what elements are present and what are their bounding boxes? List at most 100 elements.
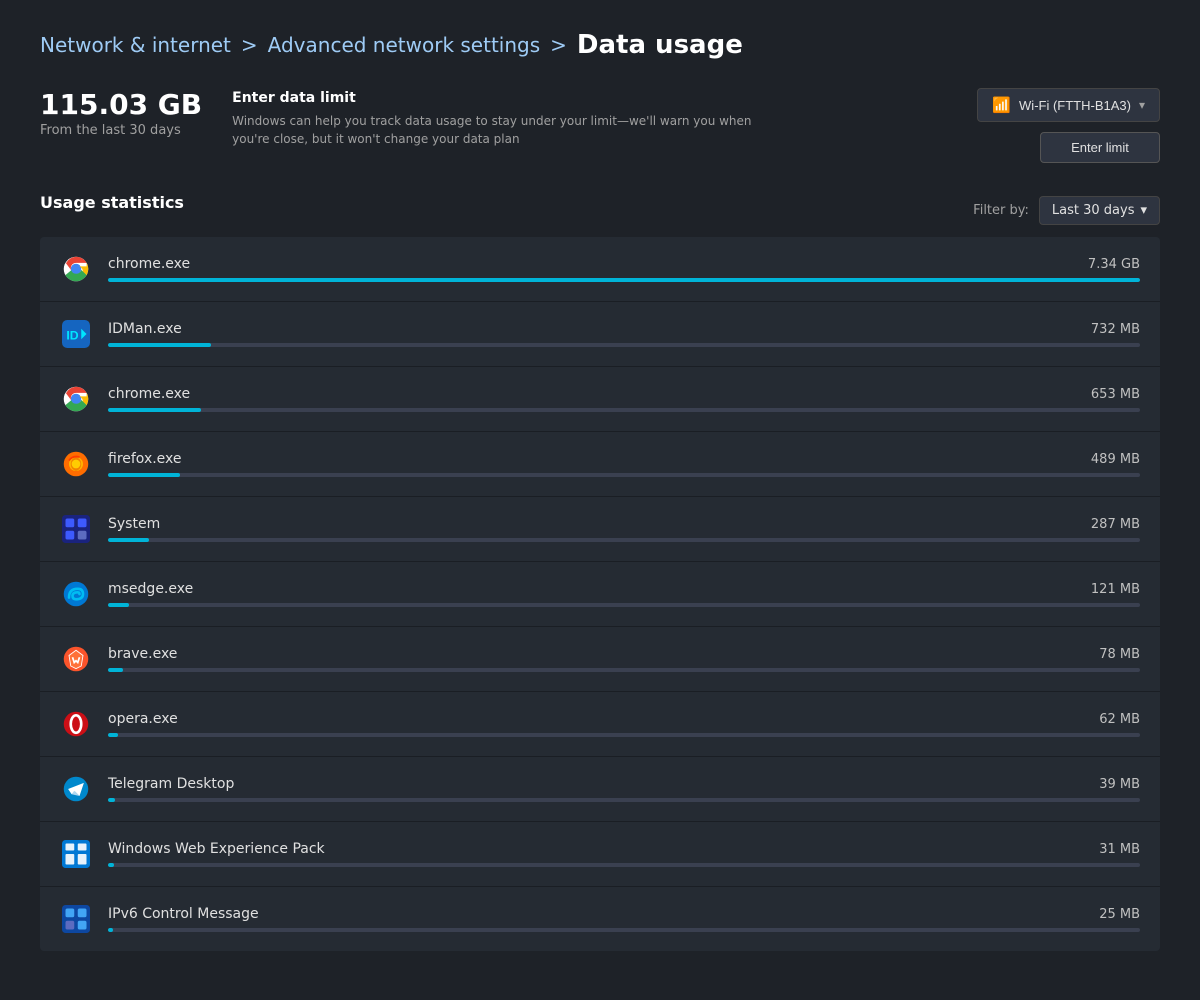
progress-bar-bg [108, 733, 1140, 737]
data-limit-desc: Windows can help you track data usage to… [232, 112, 782, 148]
data-limit-title: Enter data limit [232, 90, 977, 106]
app-info: Windows Web Experience Pack 31 MB [108, 841, 1140, 867]
filter-value: Last 30 days [1052, 203, 1135, 218]
app-size-label: 31 MB [1099, 842, 1140, 857]
app-icon-telegram [60, 773, 92, 805]
progress-bar-fill [108, 928, 113, 932]
app-row: chrome.exe 653 MB [40, 367, 1160, 432]
app-name-label: opera.exe [108, 711, 178, 727]
app-icon-chrome [60, 253, 92, 285]
app-info: msedge.exe 121 MB [108, 581, 1140, 607]
app-size-label: 62 MB [1099, 712, 1140, 727]
app-name-label: msedge.exe [108, 581, 193, 597]
page-container: Network & internet > Advanced network se… [0, 0, 1200, 981]
app-row: System287 MB [40, 497, 1160, 562]
app-row: IPv6 Control Message 25 MB [40, 887, 1160, 951]
app-list: chrome.exe 7.34 GB ID IDMan.exe732 MB chr… [40, 237, 1160, 951]
usage-header-row: Usage statistics Filter by: Last 30 days… [40, 193, 1160, 225]
progress-bar-bg [108, 473, 1140, 477]
progress-bar-bg [108, 863, 1140, 867]
data-total-label: From the last 30 days [40, 123, 202, 138]
breadcrumb-link-network[interactable]: Network & internet [40, 33, 231, 57]
app-row: opera.exe 62 MB [40, 692, 1160, 757]
filter-label: Filter by: [973, 203, 1029, 218]
enter-limit-button[interactable]: Enter limit [1040, 132, 1160, 163]
progress-bar-fill [108, 278, 1140, 282]
app-info: chrome.exe 7.34 GB [108, 256, 1140, 282]
app-name-label: Windows Web Experience Pack [108, 841, 325, 857]
app-row: firefox.exe489 MB [40, 432, 1160, 497]
filter-row: Filter by: Last 30 days ▾ [40, 196, 1160, 225]
app-icon-brave [60, 643, 92, 675]
wifi-controls: 📶 Wi-Fi (FTTH-B1A3) ▾ Enter limit [977, 88, 1160, 163]
app-icon-msedge [60, 578, 92, 610]
app-name-label: Telegram Desktop [108, 776, 234, 792]
breadcrumb-link-advanced[interactable]: Advanced network settings [268, 33, 540, 57]
app-icon-system [60, 513, 92, 545]
app-name-row: brave.exe78 MB [108, 646, 1140, 662]
data-total-amount: 115.03 GB [40, 88, 202, 121]
progress-bar-bg [108, 538, 1140, 542]
app-icon-firefox [60, 448, 92, 480]
app-info: brave.exe78 MB [108, 646, 1140, 672]
app-name-row: IPv6 Control Message 25 MB [108, 906, 1140, 922]
progress-bar-bg [108, 343, 1140, 347]
progress-bar-bg [108, 408, 1140, 412]
app-size-label: 7.34 GB [1088, 257, 1140, 272]
app-name-label: chrome.exe [108, 256, 190, 272]
data-total: 115.03 GB From the last 30 days [40, 88, 202, 138]
app-name-row: firefox.exe489 MB [108, 451, 1140, 467]
app-info: firefox.exe489 MB [108, 451, 1140, 477]
app-name-label: chrome.exe [108, 386, 190, 402]
app-size-label: 121 MB [1091, 582, 1140, 597]
app-info: IPv6 Control Message 25 MB [108, 906, 1140, 932]
app-info: Telegram Desktop39 MB [108, 776, 1140, 802]
breadcrumb-separator-1: > [241, 33, 258, 57]
app-row: chrome.exe 7.34 GB [40, 237, 1160, 302]
filter-select-button[interactable]: Last 30 days ▾ [1039, 196, 1160, 225]
wifi-selector-button[interactable]: 📶 Wi-Fi (FTTH-B1A3) ▾ [977, 88, 1160, 122]
app-size-label: 732 MB [1091, 322, 1140, 337]
app-name-row: IDMan.exe732 MB [108, 321, 1140, 337]
data-limit-section: Enter data limit Windows can help you tr… [232, 88, 977, 148]
progress-bar-bg [108, 798, 1140, 802]
progress-bar-bg [108, 928, 1140, 932]
app-name-row: System287 MB [108, 516, 1140, 532]
app-name-label: firefox.exe [108, 451, 182, 467]
breadcrumb-current: Data usage [577, 30, 743, 60]
breadcrumb: Network & internet > Advanced network se… [40, 30, 1160, 60]
app-row: Windows Web Experience Pack 31 MB [40, 822, 1160, 887]
app-name-row: chrome.exe 7.34 GB [108, 256, 1140, 272]
progress-bar-fill [108, 473, 180, 477]
app-icon-idman: ID [60, 318, 92, 350]
app-name-row: opera.exe 62 MB [108, 711, 1140, 727]
progress-bar-bg [108, 668, 1140, 672]
breadcrumb-separator-2: > [550, 33, 567, 57]
app-name-row: Windows Web Experience Pack 31 MB [108, 841, 1140, 857]
app-icon-opera [60, 708, 92, 740]
app-name-row: Telegram Desktop39 MB [108, 776, 1140, 792]
app-name-label: IPv6 Control Message [108, 906, 259, 922]
app-size-label: 653 MB [1091, 387, 1140, 402]
app-size-label: 78 MB [1099, 647, 1140, 662]
app-size-label: 25 MB [1099, 907, 1140, 922]
app-icon-ipv6 [60, 903, 92, 935]
progress-bar-fill [108, 408, 201, 412]
filter-chevron-icon: ▾ [1140, 203, 1147, 218]
app-row: Telegram Desktop39 MB [40, 757, 1160, 822]
app-row: msedge.exe 121 MB [40, 562, 1160, 627]
progress-bar-fill [108, 538, 149, 542]
app-icon-windows-web [60, 838, 92, 870]
app-name-row: chrome.exe 653 MB [108, 386, 1140, 402]
progress-bar-bg [108, 278, 1140, 282]
progress-bar-bg [108, 603, 1140, 607]
svg-text:ID: ID [66, 328, 78, 342]
app-row: ID IDMan.exe732 MB [40, 302, 1160, 367]
progress-bar-fill [108, 733, 118, 737]
app-row: brave.exe78 MB [40, 627, 1160, 692]
progress-bar-fill [108, 603, 129, 607]
app-size-label: 287 MB [1091, 517, 1140, 532]
app-info: IDMan.exe732 MB [108, 321, 1140, 347]
progress-bar-fill [108, 798, 115, 802]
chevron-down-icon: ▾ [1139, 98, 1145, 112]
